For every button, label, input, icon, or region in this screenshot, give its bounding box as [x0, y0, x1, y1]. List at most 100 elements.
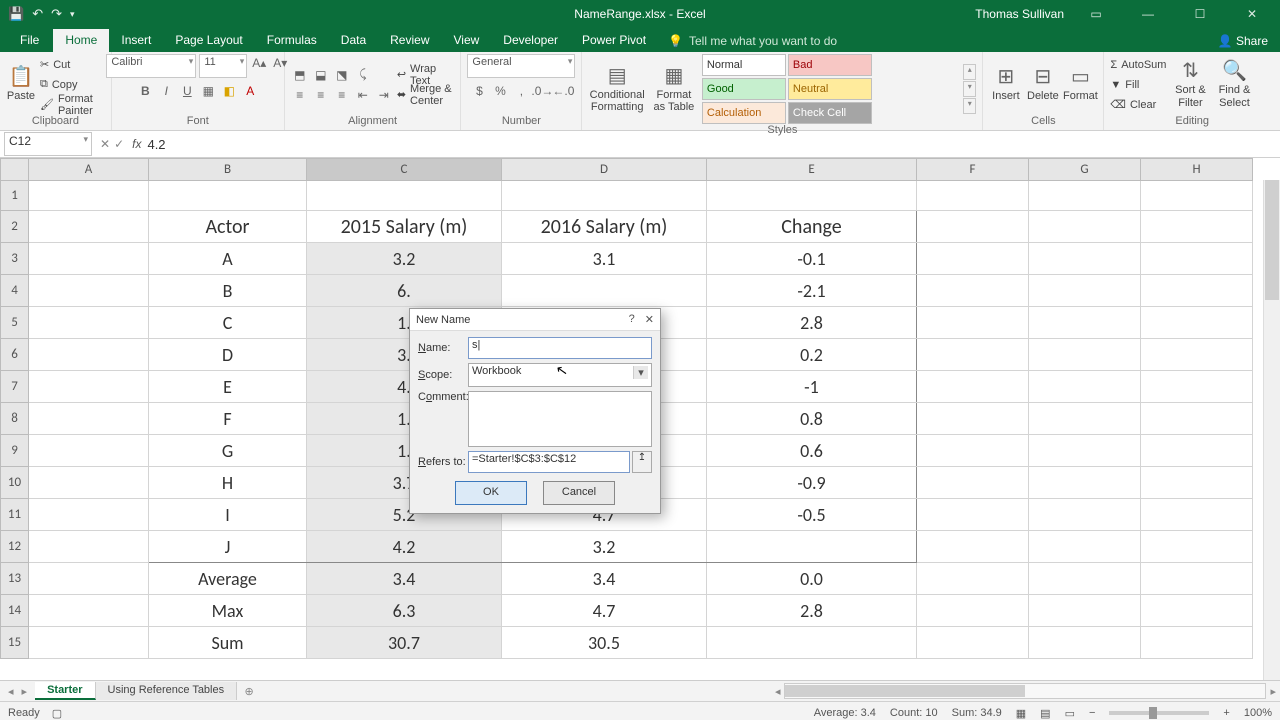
cell-B2[interactable]: Actor — [149, 211, 307, 243]
row-header-13[interactable]: 13 — [1, 563, 29, 595]
cell-B10[interactable]: H — [149, 467, 307, 499]
cell-D13[interactable]: 3.4 — [502, 563, 707, 595]
cell-D12[interactable]: 3.2 — [502, 531, 707, 563]
cell-E6[interactable]: 0.2 — [707, 339, 917, 371]
ribbon-options-icon[interactable]: ▭ — [1076, 7, 1116, 21]
sheet-tab-using-reference-tables[interactable]: Using Reference Tables — [96, 682, 238, 700]
percent-icon[interactable]: % — [491, 82, 509, 100]
cell-E11[interactable]: -0.5 — [707, 499, 917, 531]
cell-B9[interactable]: G — [149, 435, 307, 467]
cell-C14[interactable]: 6.3 — [307, 595, 502, 627]
row-header-8[interactable]: 8 — [1, 403, 29, 435]
row-header-5[interactable]: 5 — [1, 307, 29, 339]
font-name-dropdown[interactable]: Calibri — [106, 54, 196, 78]
sheet-nav-next-icon[interactable]: ▸ — [22, 685, 36, 698]
cell-H9[interactable] — [1141, 435, 1253, 467]
minimize-icon[interactable]: — — [1128, 7, 1168, 21]
clear-button[interactable]: ⌫Clear — [1110, 96, 1166, 114]
cell-F1[interactable] — [917, 181, 1029, 211]
row-header-14[interactable]: 14 — [1, 595, 29, 627]
italic-icon[interactable]: I — [157, 82, 175, 100]
macro-record-icon[interactable]: ▢ — [52, 707, 62, 720]
cell-A13[interactable] — [29, 563, 149, 595]
view-pagebreak-icon[interactable]: ▭ — [1065, 707, 1075, 720]
style-check-cell[interactable]: Check Cell — [788, 102, 872, 124]
align-middle-icon[interactable]: ⬓ — [312, 66, 330, 84]
cell-A15[interactable] — [29, 627, 149, 659]
copy-button[interactable]: ⧉Copy — [40, 76, 105, 94]
row-header-1[interactable]: 1 — [1, 181, 29, 211]
cell-E3[interactable]: -0.1 — [707, 243, 917, 275]
cell-B4[interactable]: B — [149, 275, 307, 307]
view-layout-icon[interactable]: ▤ — [1040, 707, 1050, 720]
qat-more-icon[interactable]: ▾ — [70, 9, 75, 20]
cell-G9[interactable] — [1029, 435, 1141, 467]
sheet-nav-prev-icon[interactable]: ◂ — [0, 685, 22, 698]
cell-E7[interactable]: -1 — [707, 371, 917, 403]
cell-G13[interactable] — [1029, 563, 1141, 595]
row-header-7[interactable]: 7 — [1, 371, 29, 403]
cell-F11[interactable] — [917, 499, 1029, 531]
tab-data[interactable]: Data — [329, 29, 378, 52]
enter-formula-icon[interactable]: ✓ — [114, 137, 124, 151]
dialog-close-icon[interactable]: ✕ — [645, 313, 654, 326]
style-bad[interactable]: Bad — [788, 54, 872, 76]
cell-E13[interactable]: 0.0 — [707, 563, 917, 595]
cell-E14[interactable]: 2.8 — [707, 595, 917, 627]
bold-icon[interactable]: B — [136, 82, 154, 100]
gallery-scroll[interactable]: ▴▾▾ — [963, 64, 976, 114]
cell-C15[interactable]: 30.7 — [307, 627, 502, 659]
fx-icon[interactable]: fx — [132, 137, 141, 151]
tab-file[interactable]: File — [6, 29, 53, 52]
select-all[interactable] — [1, 159, 29, 181]
row-header-10[interactable]: 10 — [1, 467, 29, 499]
autosum-button[interactable]: ΣAutoSum — [1110, 56, 1166, 74]
cell-F3[interactable] — [917, 243, 1029, 275]
conditional-formatting-button[interactable]: ▤Conditional Formatting — [588, 61, 646, 117]
cell-G14[interactable] — [1029, 595, 1141, 627]
cancel-button[interactable]: Cancel — [543, 481, 615, 505]
cell-E15[interactable] — [707, 627, 917, 659]
cell-H14[interactable] — [1141, 595, 1253, 627]
refers-to-input[interactable]: =Starter!$C$3:$C$12 — [468, 451, 630, 473]
cell-H11[interactable] — [1141, 499, 1253, 531]
tab-view[interactable]: View — [442, 29, 492, 52]
tab-insert[interactable]: Insert — [109, 29, 163, 52]
cell-F15[interactable] — [917, 627, 1029, 659]
cell-A3[interactable] — [29, 243, 149, 275]
comment-textarea[interactable] — [468, 391, 652, 447]
cell-A14[interactable] — [29, 595, 149, 627]
cell-A7[interactable] — [29, 371, 149, 403]
format-cells-button[interactable]: ▭Format — [1063, 57, 1097, 113]
align-left-icon[interactable]: ≡ — [291, 86, 309, 104]
cell-G3[interactable] — [1029, 243, 1141, 275]
cell-G10[interactable] — [1029, 467, 1141, 499]
cell-G15[interactable] — [1029, 627, 1141, 659]
col-header-H[interactable]: H — [1141, 159, 1253, 181]
cell-H10[interactable] — [1141, 467, 1253, 499]
range-picker-icon[interactable]: ↥ — [632, 451, 652, 473]
cell-B6[interactable]: D — [149, 339, 307, 371]
cell-H6[interactable] — [1141, 339, 1253, 371]
wrap-text-button[interactable]: ↩Wrap Text — [397, 66, 455, 84]
decrease-indent-icon[interactable]: ⇤ — [354, 86, 372, 104]
cell-H8[interactable] — [1141, 403, 1253, 435]
save-icon[interactable]: 💾 — [8, 6, 24, 22]
orientation-icon[interactable]: ⤹ — [354, 66, 372, 84]
cell-G8[interactable] — [1029, 403, 1141, 435]
cell-E2[interactable]: Change — [707, 211, 917, 243]
cell-A2[interactable] — [29, 211, 149, 243]
find-select-button[interactable]: 🔍Find & Select — [1214, 57, 1254, 113]
cell-H13[interactable] — [1141, 563, 1253, 595]
maximize-icon[interactable]: ☐ — [1180, 7, 1220, 21]
sort-filter-button[interactable]: ⇅Sort & Filter — [1170, 57, 1210, 113]
ok-button[interactable]: OK — [455, 481, 527, 505]
undo-icon[interactable]: ↶ — [32, 6, 43, 22]
zoom-out-icon[interactable]: − — [1089, 707, 1095, 719]
cell-G5[interactable] — [1029, 307, 1141, 339]
close-icon[interactable]: ✕ — [1232, 7, 1272, 21]
cell-F6[interactable] — [917, 339, 1029, 371]
cell-C12[interactable]: 4.2 — [307, 531, 502, 563]
zoom-level[interactable]: 100% — [1244, 707, 1272, 719]
decrease-decimal-icon[interactable]: ←.0 — [554, 82, 572, 100]
